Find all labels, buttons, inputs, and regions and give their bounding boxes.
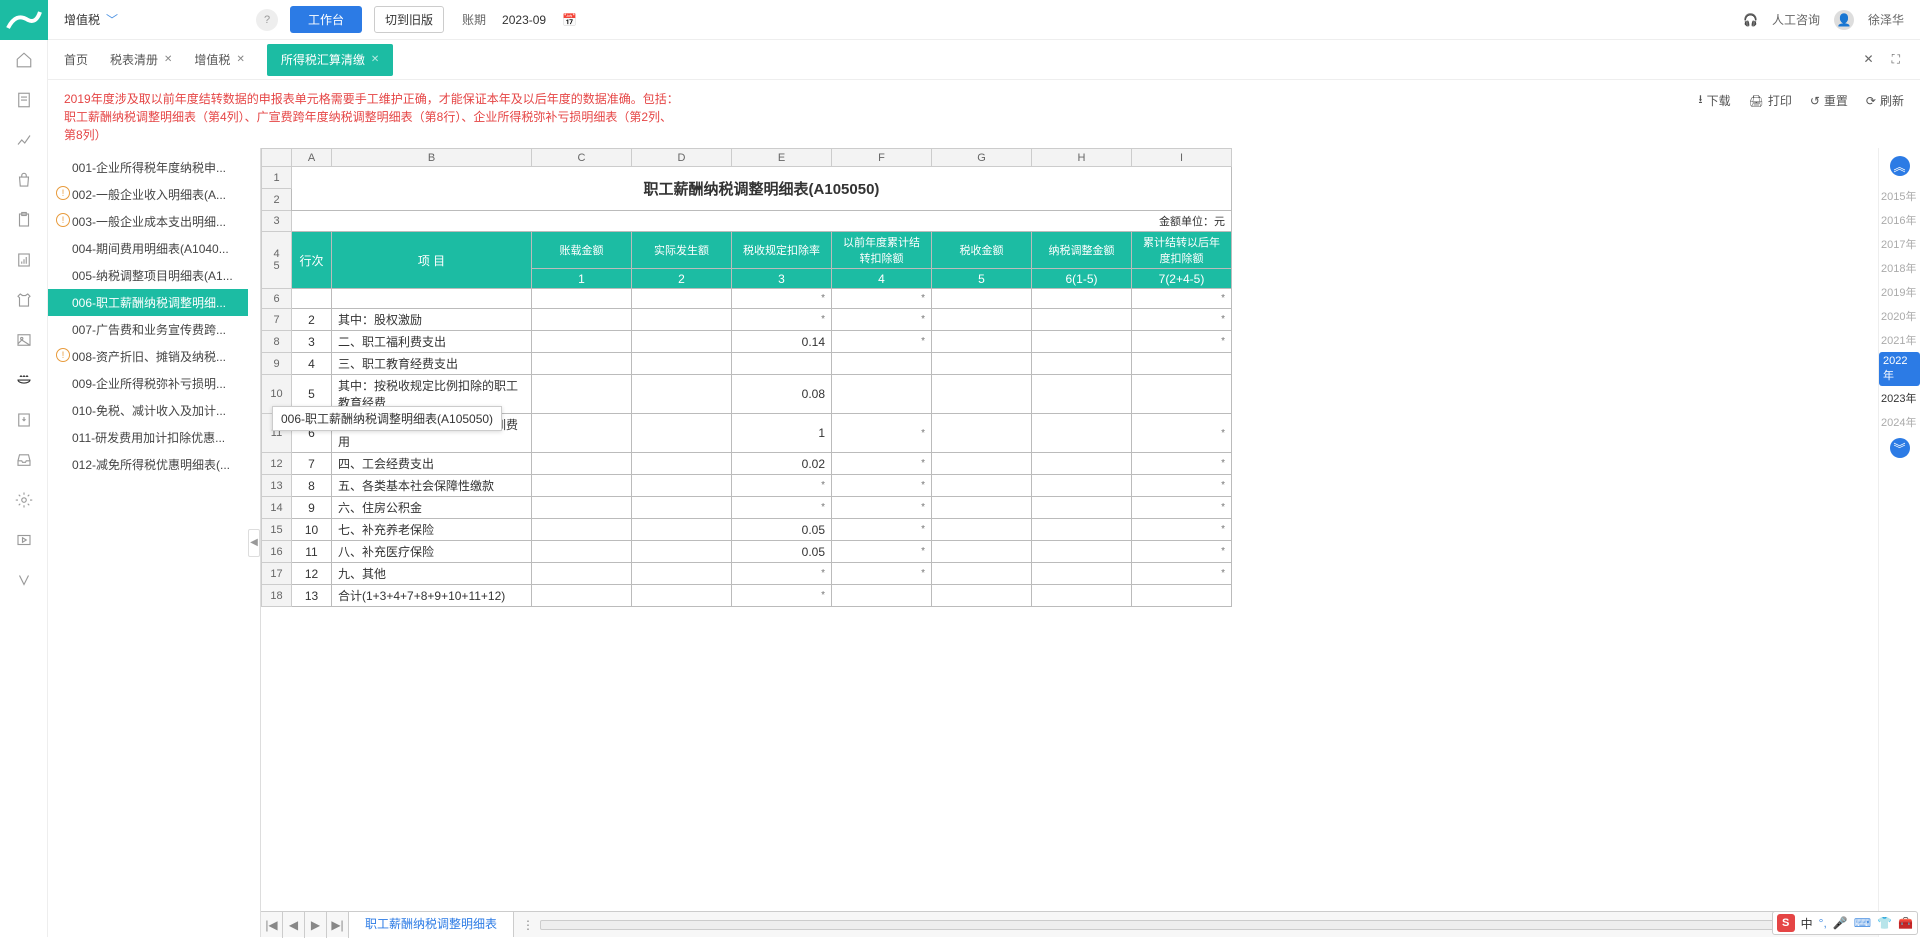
download-button[interactable]: ⭳下载 [1698, 90, 1730, 111]
consult-link[interactable]: 人工咨询 [1772, 11, 1820, 28]
nav-image-icon[interactable] [0, 320, 48, 360]
year-option[interactable]: 2019年 [1879, 280, 1920, 304]
sheet-nav-next[interactable]: ▶ [305, 912, 327, 938]
report-item[interactable]: 002-一般企业收入明细表(A... [48, 181, 248, 208]
nav-v-icon[interactable] [0, 560, 48, 600]
ime-lang[interactable]: 中 [1801, 915, 1813, 932]
year-option[interactable]: 2018年 [1879, 256, 1920, 280]
report-item[interactable]: 004-期间费用明细表(A1040... [48, 235, 248, 262]
tab-income-tax[interactable]: 所得税汇算清缴✕ [267, 44, 393, 76]
ime-skin-icon[interactable]: 👕 [1877, 916, 1892, 930]
nav-bag-icon[interactable] [0, 160, 48, 200]
user-name: 徐泽华 [1868, 11, 1904, 28]
year-option[interactable]: 2020年 [1879, 304, 1920, 328]
sheet-nav-prev[interactable]: ◀ [283, 912, 305, 938]
sheet-tab[interactable]: 职工薪酬纳税调整明细表 [349, 911, 514, 937]
close-all-icon[interactable]: ✕ [1860, 48, 1878, 71]
report-item[interactable]: 003-一般企业成本支出明细... [48, 208, 248, 235]
report-item[interactable]: 011-研发费用加计扣除优惠... [48, 424, 248, 451]
print-icon: 🖨 [1749, 94, 1764, 108]
ime-keyboard-icon[interactable]: ⌨ [1854, 916, 1871, 930]
year-option[interactable]: 2016年 [1879, 208, 1920, 232]
year-rail: ︽ 2015年2016年2017年2018年2019年2020年2021年202… [1878, 148, 1920, 937]
report-tooltip: 006-职工薪酬纳税调整明细表(A105050) [272, 406, 502, 431]
report-item[interactable]: 005-纳税调整项目明细表(A1... [48, 262, 248, 289]
dropdown-label: 增值税 [64, 11, 100, 28]
tab-home[interactable]: 首页 [64, 40, 88, 80]
refresh-button[interactable]: ⟳刷新 [1866, 90, 1904, 111]
year-option[interactable]: 2017年 [1879, 232, 1920, 256]
ime-logo-icon: S [1777, 914, 1795, 932]
report-item[interactable]: 007-广告费和业务宣传费跨... [48, 316, 248, 343]
year-option[interactable]: 2022年 [1879, 352, 1920, 386]
report-item[interactable]: 008-资产折旧、摊销及纳税... [48, 343, 248, 370]
sheet-footer: |◀ ◀ ▶ ▶| 职工薪酬纳税调整明细表 ⋮ [261, 911, 1878, 937]
nav-doc-icon[interactable] [0, 80, 48, 120]
workbench-button[interactable]: 工作台 [290, 6, 362, 33]
nav-tshirt-icon[interactable] [0, 280, 48, 320]
close-icon[interactable]: ✕ [236, 54, 244, 65]
tab-vat[interactable]: 增值税✕ [194, 40, 244, 80]
chevron-down-icon: ﹀ [106, 11, 118, 28]
report-item[interactable]: 006-职工薪酬纳税调整明细... [48, 289, 248, 316]
user-avatar-icon[interactable]: 👤 [1834, 10, 1854, 30]
year-down-icon[interactable]: ︾ [1890, 438, 1910, 458]
ime-tool-icon[interactable]: 🧰 [1898, 916, 1913, 930]
report-item[interactable]: 001-企业所得税年度纳税申... [48, 154, 248, 181]
left-sidebar [0, 0, 48, 937]
download-icon: ⭳ [1698, 90, 1702, 111]
headset-icon: 🎧 [1743, 13, 1758, 27]
topbar: 增值税 ﹀ ? 工作台 切到旧版 账期 2023-09 📅 🎧 人工咨询 👤 徐… [48, 0, 1920, 40]
tax-type-dropdown[interactable]: 增值税 ﹀ [64, 11, 244, 28]
expand-icon[interactable]: ⛶ [1888, 48, 1904, 71]
nav-video-icon[interactable] [0, 520, 48, 560]
collapse-panel-button[interactable]: ◀ [248, 529, 260, 557]
year-option[interactable]: 2024年 [1879, 410, 1920, 434]
nav-export-icon[interactable] [0, 400, 48, 440]
nav-home-icon[interactable] [0, 40, 48, 80]
scroll-split-icon[interactable]: ⋮ [522, 918, 534, 932]
refresh-icon: ⟳ [1866, 94, 1876, 108]
nav-report-icon[interactable] [0, 240, 48, 280]
horizontal-scrollbar[interactable] [540, 920, 1870, 930]
sheet-nav-last[interactable]: ▶| [327, 912, 349, 938]
close-icon[interactable]: ✕ [371, 54, 379, 65]
report-item[interactable]: 012-减免所得税优惠明细表(... [48, 451, 248, 478]
nav-inbox-icon[interactable] [0, 440, 48, 480]
report-item[interactable]: 010-免税、减计收入及加计... [48, 397, 248, 424]
year-option[interactable]: 2021年 [1879, 328, 1920, 352]
app-logo [0, 0, 48, 40]
report-item[interactable]: 009-企业所得税弥补亏损明... [48, 370, 248, 397]
close-icon[interactable]: ✕ [164, 54, 172, 65]
period-value[interactable]: 2023-09 [502, 13, 546, 27]
spreadsheet[interactable]: ABCDEFGHI1职工薪酬纳税调整明细表(A105050)23金额单位：元45… [261, 148, 1878, 911]
nav-settings-icon[interactable] [0, 480, 48, 520]
ime-mic-icon[interactable]: 🎤 [1833, 916, 1848, 930]
reset-button[interactable]: ↺重置 [1810, 90, 1848, 111]
old-version-button[interactable]: 切到旧版 [374, 6, 444, 33]
tab-tax-list[interactable]: 税表清册✕ [110, 40, 172, 80]
nav-clipboard-icon[interactable] [0, 200, 48, 240]
print-button[interactable]: 🖨打印 [1749, 90, 1792, 111]
reset-icon: ↺ [1810, 94, 1820, 108]
calendar-icon[interactable]: 📅 [562, 13, 577, 27]
tab-bar: 首页 税表清册✕ 增值税✕ 所得税汇算清缴✕ ✕ ⛶ [48, 40, 1920, 80]
help-icon[interactable]: ? [256, 9, 278, 31]
ime-toolbar[interactable]: S 中 °, 🎤 ⌨ 👕 🧰 [1772, 911, 1918, 935]
report-list: 001-企业所得税年度纳税申...002-一般企业收入明细表(A...003-一… [48, 148, 248, 937]
ime-punct-icon[interactable]: °, [1819, 916, 1827, 930]
period-label: 账期 [462, 11, 486, 28]
sheet-nav-first[interactable]: |◀ [261, 912, 283, 938]
year-up-icon[interactable]: ︽ [1890, 156, 1910, 176]
warning-message: 2019年度涉及取以前年度结转数据的申报表单元格需要手工维护正确，才能保证本年及… [64, 90, 684, 144]
year-option[interactable]: 2015年 [1879, 184, 1920, 208]
nav-chart-icon[interactable] [0, 120, 48, 160]
year-option[interactable]: 2023年 [1879, 386, 1920, 410]
nav-bowl-icon[interactable] [0, 360, 48, 400]
